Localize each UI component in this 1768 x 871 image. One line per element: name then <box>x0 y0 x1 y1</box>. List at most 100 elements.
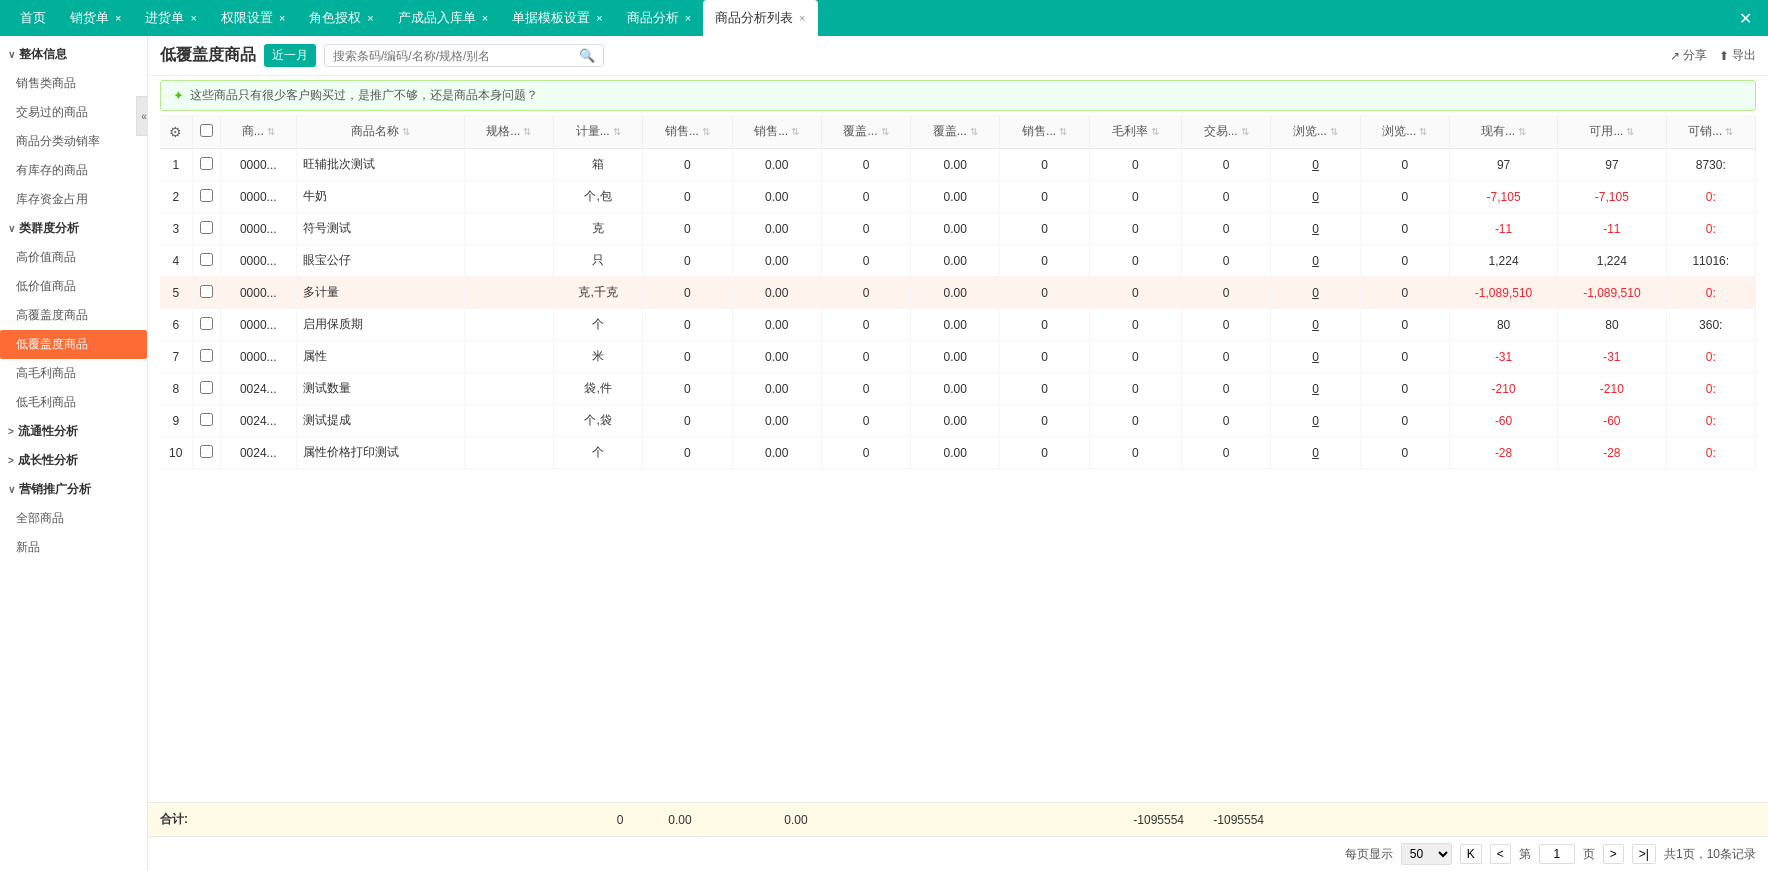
sidebar-item-low-coverage[interactable]: 低覆盖度商品 <box>0 330 147 359</box>
cell-checkbox[interactable] <box>192 341 220 373</box>
settings-icon[interactable]: ⚙ <box>169 124 182 140</box>
nav-close-role[interactable]: × <box>367 0 373 36</box>
first-page-btn[interactable]: K <box>1460 844 1482 864</box>
sidebar-item-low-value[interactable]: 低价值商品 <box>0 272 147 301</box>
select-all-checkbox[interactable] <box>200 124 213 137</box>
sidebar-item-all-goods[interactable]: 全部商品 <box>0 504 147 533</box>
period-button[interactable]: 近一月 <box>264 44 316 67</box>
nav-purchase[interactable]: 进货单 × <box>133 0 208 36</box>
window-close-btn[interactable]: ✕ <box>1731 9 1760 28</box>
nav-close-analysis[interactable]: × <box>685 0 691 36</box>
sidebar-item-new-goods[interactable]: 新品 <box>0 533 147 562</box>
row-checkbox[interactable] <box>200 189 213 202</box>
nav-analysis-list[interactable]: 商品分析列表 × <box>703 0 817 36</box>
th-sales-qty-sort[interactable]: ⇅ <box>702 126 710 137</box>
cell-checkbox[interactable] <box>192 309 220 341</box>
cell-checkbox[interactable] <box>192 437 220 469</box>
row-checkbox[interactable] <box>200 157 213 170</box>
prev-page-btn[interactable]: < <box>1490 844 1511 864</box>
cell-checkbox[interactable] <box>192 373 220 405</box>
last-page-btn[interactable]: >| <box>1632 844 1656 864</box>
sidebar-section-cluster[interactable]: ∨类群度分析 <box>0 214 147 243</box>
sidebar-item-high-gross[interactable]: 高毛利商品 <box>0 359 147 388</box>
th-available-stock-sort[interactable]: ⇅ <box>1626 126 1634 137</box>
nav-close-template[interactable]: × <box>596 0 602 36</box>
row-checkbox[interactable] <box>200 285 213 298</box>
export-btn[interactable]: ⬆ 导出 <box>1719 47 1756 64</box>
th-saleable-sort[interactable]: ⇅ <box>1725 126 1733 137</box>
sidebar-item-stock-capital[interactable]: 库存资金占用 <box>0 185 147 214</box>
nav-permission[interactable]: 权限设置 × <box>209 0 297 36</box>
row-checkbox[interactable] <box>200 413 213 426</box>
th-coverage2-sort[interactable]: ⇅ <box>970 126 978 137</box>
th-view1-sort[interactable]: ⇅ <box>1330 126 1338 137</box>
cell-checkbox[interactable] <box>192 277 220 309</box>
sidebar-item-high-value[interactable]: 高价值商品 <box>0 243 147 272</box>
cell-view1[interactable]: 0 <box>1271 213 1360 245</box>
th-current-stock-sort[interactable]: ⇅ <box>1518 126 1526 137</box>
cell-view1[interactable]: 0 <box>1271 149 1360 181</box>
row-checkbox[interactable] <box>200 317 213 330</box>
th-code-sort[interactable]: ⇅ <box>267 126 275 137</box>
nav-close-permission[interactable]: × <box>279 0 285 36</box>
nav-sales[interactable]: 销货单 × <box>58 0 133 36</box>
nav-role[interactable]: 角色授权 × <box>297 0 385 36</box>
cell-view1[interactable]: 0 <box>1271 277 1360 309</box>
th-view2-sort[interactable]: ⇅ <box>1419 126 1427 137</box>
th-gross-rate-sort[interactable]: ⇅ <box>1151 126 1159 137</box>
th-spec-sort[interactable]: ⇅ <box>523 126 531 137</box>
sidebar-section-marketing[interactable]: ∨营销推广分析 <box>0 475 147 504</box>
th-settings[interactable]: ⚙ <box>160 115 192 149</box>
cell-checkbox[interactable] <box>192 405 220 437</box>
cell-view1[interactable]: 0 <box>1271 309 1360 341</box>
sidebar-item-high-coverage[interactable]: 高覆盖度商品 <box>0 301 147 330</box>
th-name-sort[interactable]: ⇅ <box>402 126 410 137</box>
nav-product-in[interactable]: 产成品入库单 × <box>386 0 500 36</box>
sidebar-item-stock-goods[interactable]: 有库存的商品 <box>0 156 147 185</box>
th-sales-amt-sort[interactable]: ⇅ <box>791 126 799 137</box>
cell-checkbox[interactable] <box>192 245 220 277</box>
search-input[interactable] <box>333 49 575 63</box>
row-checkbox[interactable] <box>200 349 213 362</box>
row-checkbox[interactable] <box>200 445 213 458</box>
th-coverage1-sort[interactable]: ⇅ <box>881 126 889 137</box>
sidebar-item-traded-goods[interactable]: 交易过的商品 <box>0 98 147 127</box>
share-btn[interactable]: ↗ 分享 <box>1670 47 1707 64</box>
cell-view1[interactable]: 0 <box>1271 181 1360 213</box>
content-area: 低覆盖度商品 近一月 🔍 ↗ 分享 ⬆ 导出 ✦ 这些商品只有很少客户购买过，是… <box>148 36 1768 871</box>
sidebar-collapse-btn[interactable]: « <box>136 96 148 136</box>
sidebar-section-overall[interactable]: ∨整体信息 <box>0 40 147 69</box>
cell-view1[interactable]: 0 <box>1271 405 1360 437</box>
next-page-btn[interactable]: > <box>1603 844 1624 864</box>
sidebar-item-sales-goods[interactable]: 销售类商品 <box>0 69 147 98</box>
row-checkbox[interactable] <box>200 253 213 266</box>
cell-view1[interactable]: 0 <box>1271 341 1360 373</box>
cell-checkbox[interactable] <box>192 181 220 213</box>
th-unit-sort[interactable]: ⇅ <box>613 126 621 137</box>
cell-checkbox[interactable] <box>192 213 220 245</box>
row-checkbox[interactable] <box>200 381 213 394</box>
cell-view1[interactable]: 0 <box>1271 437 1360 469</box>
nav-close-analysis-list[interactable]: × <box>799 0 805 36</box>
cell-view1[interactable]: 0 <box>1271 245 1360 277</box>
table-row: 5 0000... 多计量 克,千克 0 0.00 0 0.00 0 0 0 0… <box>160 277 1756 309</box>
sidebar-section-growth[interactable]: >成长性分析 <box>0 446 147 475</box>
cell-checkbox[interactable] <box>192 149 220 181</box>
nav-analysis[interactable]: 商品分析 × <box>615 0 703 36</box>
nav-close-sales[interactable]: × <box>115 0 121 36</box>
nav-close-product-in[interactable]: × <box>482 0 488 36</box>
sidebar-item-category-rate[interactable]: 商品分类动销率 <box>0 127 147 156</box>
page-input[interactable] <box>1539 844 1575 864</box>
sidebar-section-liquidity[interactable]: >流通性分析 <box>0 417 147 446</box>
th-trade-sort[interactable]: ⇅ <box>1241 126 1249 137</box>
search-icon[interactable]: 🔍 <box>579 48 595 63</box>
th-sales-rate-sort[interactable]: ⇅ <box>1059 126 1067 137</box>
nav-home[interactable]: 首页 <box>8 0 58 36</box>
row-checkbox[interactable] <box>200 221 213 234</box>
cell-gross-rate: 0 <box>1089 405 1181 437</box>
cell-view1[interactable]: 0 <box>1271 373 1360 405</box>
nav-template[interactable]: 单据模板设置 × <box>500 0 614 36</box>
nav-close-purchase[interactable]: × <box>190 0 196 36</box>
sidebar-item-low-gross[interactable]: 低毛利商品 <box>0 388 147 417</box>
page-size-select[interactable]: 50 100 200 <box>1401 843 1452 865</box>
